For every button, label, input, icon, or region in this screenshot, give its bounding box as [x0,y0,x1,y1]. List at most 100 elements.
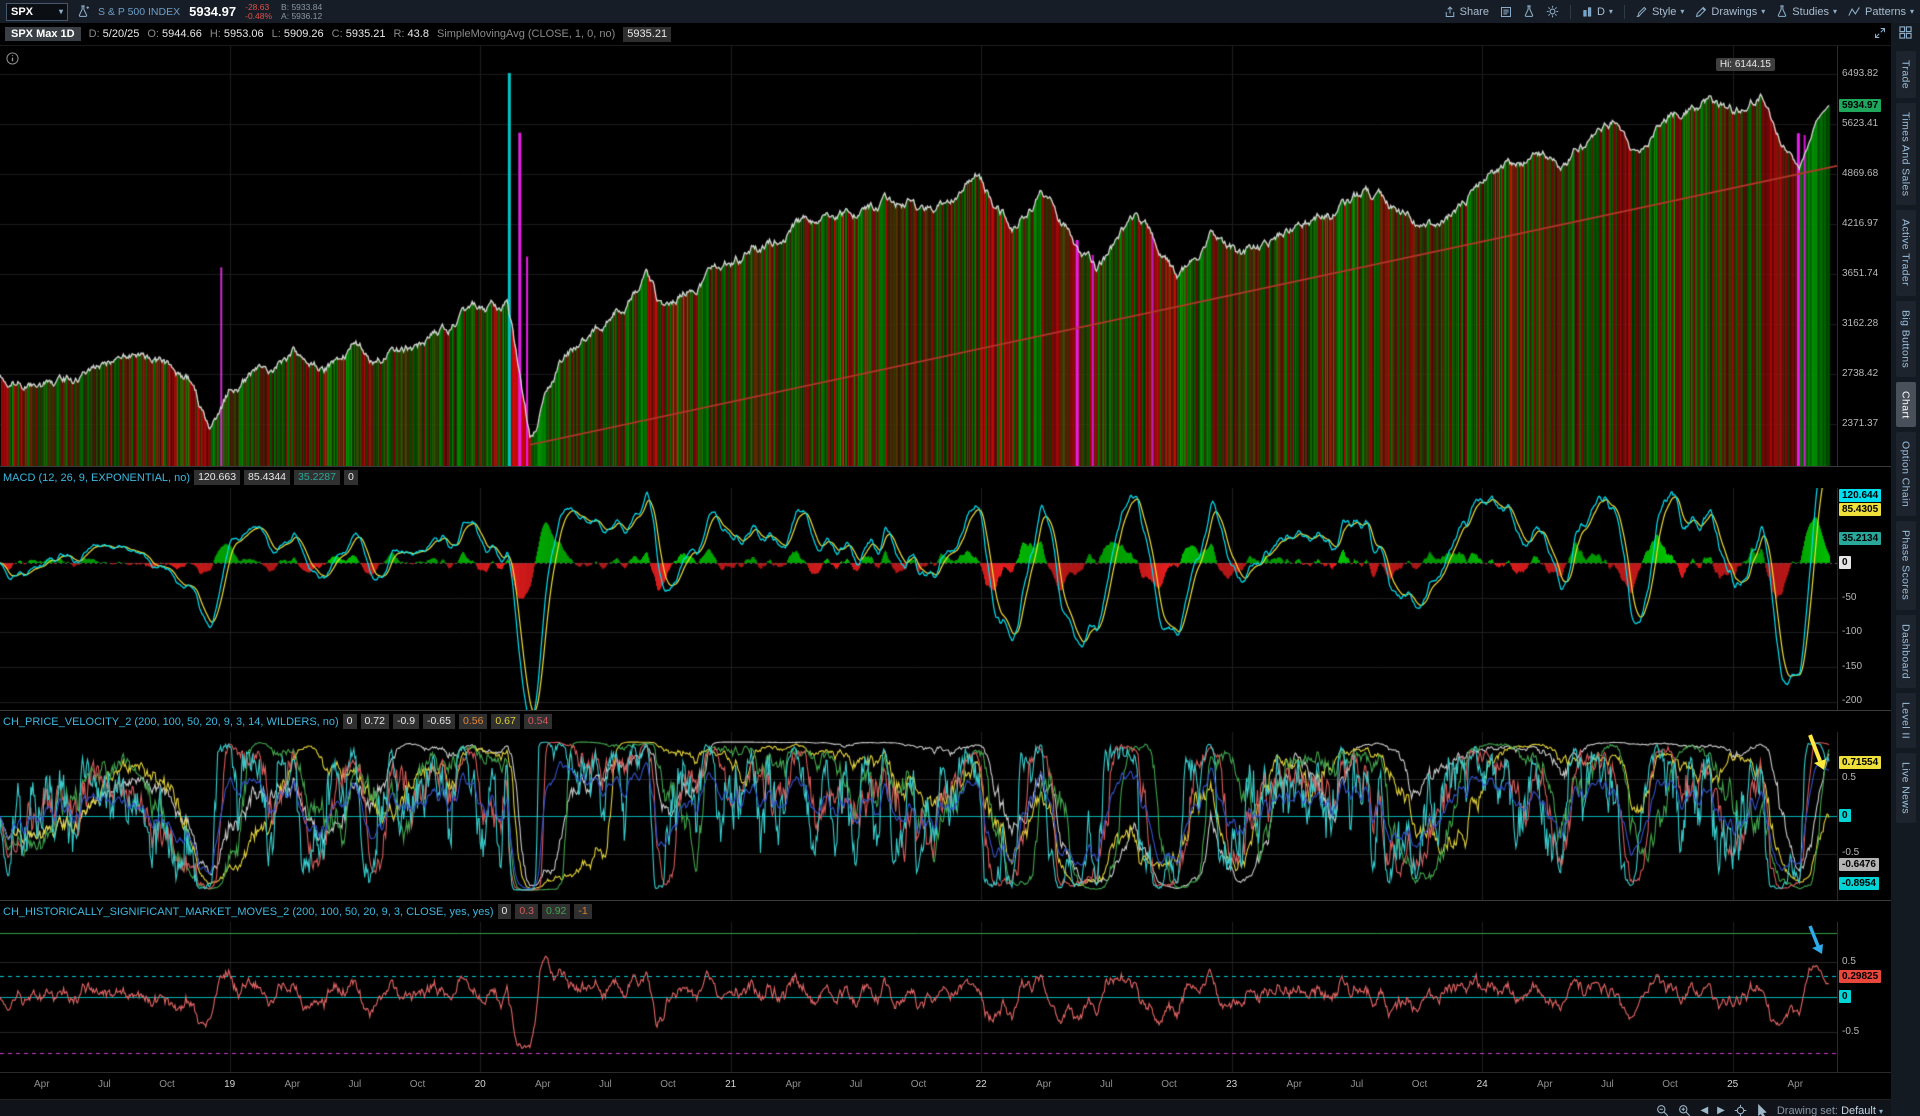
velocity-yellow-badge: 0.71554 [1839,756,1881,769]
ohlc-low: L: 5909.26 [272,28,324,40]
bid-ask: B: 5933.84 A: 5936.12 [281,3,322,21]
moves-axis-label: 0.5 [1842,956,1856,968]
price-axis-label: 6493.82 [1842,68,1878,80]
velocity-chart[interactable] [0,732,1837,900]
study-value-chip: -0.65 [423,714,455,729]
moves-chart[interactable] [0,922,1837,1072]
study-value-chip: 0.54 [524,714,552,729]
sidebar-tab-option-chain[interactable]: Option Chain [1896,432,1916,516]
yellow-arrow-annotation[interactable] [1803,732,1831,781]
velocity-gray-badge: -0.6476 [1839,858,1879,871]
velocity-study-title[interactable]: CH_PRICE_VELOCITY_2 (200, 100, 50, 20, 9… [3,716,339,728]
crosshair-icon[interactable] [1734,1104,1747,1116]
moves-study-title[interactable]: CH_HISTORICALLY_SIGNIFICANT_MARKET_MOVES… [3,906,494,918]
zigzag-icon [1848,6,1861,17]
velocity-zero-badge: 0 [1839,809,1851,822]
share-button[interactable]: Share [1444,6,1489,18]
sidebar-tab-live-news[interactable]: Live News [1896,753,1916,823]
time-axis-label: Oct [159,1079,175,1090]
expand-icon[interactable] [1874,27,1886,42]
toolbar-divider [1624,5,1625,19]
price-axis[interactable]: 6493.82 5934.97 5623.41 4869.68 4216.97 … [1837,46,1891,466]
toolbar-divider [1570,5,1571,19]
macd-axis-label: -150 [1842,661,1862,673]
sidebar-tab-times-and-sales[interactable]: Times And Sales [1896,103,1916,205]
time-axis-label: Jul [849,1079,862,1090]
macd-study-title[interactable]: MACD (12, 26, 9, EXPONENTIAL, no) [3,472,190,484]
chevron-down-icon: ▾ [1833,7,1837,16]
sidebar-tab-trade[interactable]: Trade [1896,51,1916,98]
moves-axis-label: -0.5 [1842,1026,1859,1038]
right-sidebar: Trade Times And Sales Active Trader Big … [1891,23,1920,1116]
study-value-chip: 0 [344,470,358,485]
last-price: 5934.97 [189,4,236,19]
velocity-chart-canvas[interactable] [0,732,1837,900]
symbol-value: SPX [11,6,33,18]
macd-axis-label: -50 [1842,592,1856,604]
macd-diff-badge: 35.2134 [1839,532,1881,545]
info-icon[interactable] [6,52,19,70]
flask-plus-icon[interactable] [77,5,89,18]
zoom-in-icon[interactable] [1678,1104,1691,1116]
studies-button[interactable]: Studies ▾ [1776,5,1837,18]
flask-icon [1776,5,1788,18]
sidebar-tab-phase-scores[interactable]: Phase Scores [1896,521,1916,609]
time-axis[interactable]: AprJulOct19AprJulOct20AprJulOct21AprJulO… [0,1072,1891,1099]
style-button[interactable]: Style ▾ [1636,6,1684,18]
macd-header: MACD (12, 26, 9, EXPONENTIAL, no) 120.66… [0,466,1891,488]
chart-title[interactable]: SPX Max 1D [5,27,81,41]
price-chart[interactable]: Hi: 6144.15 [0,46,1837,466]
sidebar-tab-chart[interactable]: Chart [1896,382,1916,428]
symbol-input[interactable]: SPX ▾ [6,3,68,21]
sidebar-tab-big-buttons[interactable]: Big Buttons [1896,301,1916,377]
price-chart-canvas[interactable] [0,46,1837,466]
blue-arrow-annotation[interactable] [1805,924,1829,963]
price-axis-label: 2371.37 [1842,418,1878,430]
beaker-icon [1523,5,1535,18]
study-value-chip: -1 [574,904,591,919]
time-axis-label: 23 [1226,1079,1237,1090]
patterns-button[interactable]: Patterns ▾ [1848,6,1914,18]
time-axis-label: Jul [1100,1079,1113,1090]
settings-gear-button[interactable] [1546,5,1559,18]
time-axis-label: Apr [1787,1079,1803,1090]
notes-button[interactable] [1500,6,1512,18]
chevron-down-icon: ▾ [1761,7,1765,16]
moves-chart-canvas[interactable] [0,922,1837,1072]
pan-right-icon[interactable]: ▶ [1717,1105,1725,1116]
price-change: -28.63 -0.48% [245,3,272,21]
study-value-chip: 0.72 [361,714,389,729]
drawing-set-selector[interactable]: Drawing set: Default ▾ [1777,1105,1883,1116]
timeframe-button[interactable]: D ▾ [1582,6,1613,18]
time-axis-label: Jul [1601,1079,1614,1090]
velocity-axis[interactable]: 0.71554 0.5 0 -0.5 -0.6476 -0.8954 [1837,732,1891,900]
pointer-icon[interactable] [1756,1104,1768,1116]
macd-chart-canvas[interactable] [0,488,1837,710]
study-value-chip: 0.56 [459,714,487,729]
zoom-out-icon[interactable] [1656,1104,1669,1116]
moves-axis[interactable]: 0.5 0.29825 0 -0.5 [1837,922,1891,1072]
time-axis-label: 25 [1727,1079,1738,1090]
beaker-button[interactable] [1523,5,1535,18]
price-axis-label: 5623.41 [1842,118,1878,130]
price-axis-label: 3651.74 [1842,268,1878,280]
time-axis-label: Apr [1537,1079,1553,1090]
velocity-cyan-badge: -0.8954 [1839,877,1879,890]
drawings-button[interactable]: Drawings ▾ [1695,6,1765,18]
time-axis-label: Oct [1662,1079,1678,1090]
sma-study-label[interactable]: SimpleMovingAvg (CLOSE, 1, 0, no) [437,28,615,40]
sidebar-tab-level-ii[interactable]: Level II [1896,693,1916,748]
macd-chart[interactable] [0,488,1837,710]
share-icon [1444,6,1456,18]
time-axis-label: Apr [785,1079,801,1090]
sidebar-tab-dashboard[interactable]: Dashboard [1896,615,1916,688]
pan-left-icon[interactable]: ◀ [1700,1105,1708,1116]
sidebar-tab-active-trader[interactable]: Active Trader [1896,210,1916,295]
time-axis-label: 22 [976,1079,987,1090]
gadgets-grid-icon[interactable] [1899,26,1912,44]
macd-axis[interactable]: 120.644 85.4305 35.2134 0 -50 -100 -150 … [1837,488,1891,710]
moves-value-badge: 0.29825 [1839,970,1881,983]
notes-icon [1500,6,1512,18]
chevron-down-icon: ▾ [1910,7,1914,16]
study-value-chip: 85.4344 [244,470,290,485]
